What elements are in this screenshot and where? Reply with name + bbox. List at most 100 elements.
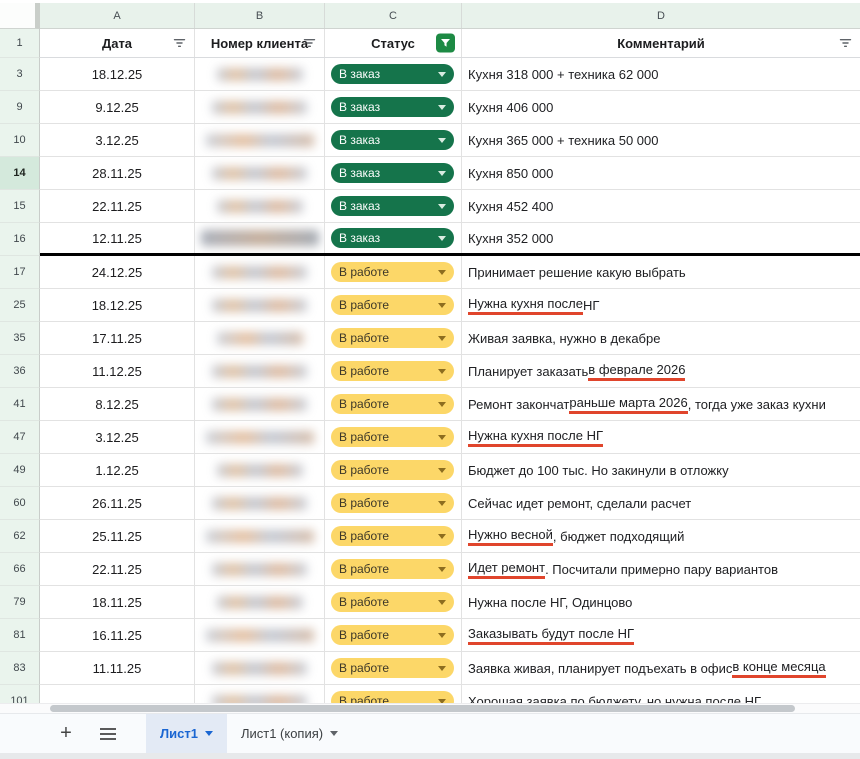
- client-number-cell[interactable]: [195, 421, 325, 453]
- status-chip[interactable]: В работе: [331, 691, 454, 703]
- select-all-corner[interactable]: [0, 3, 40, 29]
- client-number-cell[interactable]: [195, 685, 325, 703]
- row-number[interactable]: 41: [0, 388, 40, 421]
- row-number[interactable]: 17: [0, 256, 40, 289]
- status-chip[interactable]: В работе: [331, 295, 454, 315]
- row-number[interactable]: 25: [0, 289, 40, 322]
- client-number-cell[interactable]: [195, 322, 325, 354]
- comment-cell[interactable]: Принимает решение какую выбрать: [462, 256, 860, 288]
- comment-cell[interactable]: Сейчас идет ремонт, сделали расчет: [462, 487, 860, 519]
- client-number-cell[interactable]: [195, 454, 325, 486]
- date-cell[interactable]: 22.11.25: [40, 553, 195, 585]
- column-header-d[interactable]: D: [462, 3, 860, 28]
- row-number[interactable]: 16: [0, 223, 40, 256]
- header-cell-date[interactable]: Дата: [40, 29, 195, 57]
- row-number[interactable]: 49: [0, 454, 40, 487]
- comment-cell[interactable]: Нужно весной, бюджет подходящий: [462, 520, 860, 552]
- client-number-cell[interactable]: [195, 256, 325, 288]
- filter-icon[interactable]: [302, 36, 317, 51]
- date-cell[interactable]: 24.12.25: [40, 256, 195, 288]
- status-chip[interactable]: В работе: [331, 625, 454, 645]
- status-chip[interactable]: В работе: [331, 559, 454, 579]
- client-number-cell[interactable]: [195, 124, 325, 156]
- date-cell[interactable]: 1.12.25: [40, 454, 195, 486]
- status-chip[interactable]: В работе: [331, 394, 454, 414]
- date-cell[interactable]: [40, 685, 195, 703]
- status-chip[interactable]: В заказ: [331, 64, 454, 84]
- comment-cell[interactable]: Идет ремонт. Посчитали примерно пару вар…: [462, 553, 860, 585]
- comment-cell[interactable]: Нужна кухня после НГ: [462, 421, 860, 453]
- row-number[interactable]: 3: [0, 58, 40, 91]
- header-cell-status[interactable]: Статус: [325, 29, 462, 57]
- date-cell[interactable]: 3.12.25: [40, 421, 195, 453]
- row-number[interactable]: 9: [0, 91, 40, 124]
- date-cell[interactable]: 18.12.25: [40, 58, 195, 90]
- horizontal-scrollbar[interactable]: [0, 703, 860, 713]
- filter-active-icon[interactable]: [436, 34, 455, 53]
- client-number-cell[interactable]: [195, 586, 325, 618]
- client-number-cell[interactable]: [195, 58, 325, 90]
- client-number-cell[interactable]: [195, 652, 325, 684]
- comment-cell[interactable]: Заявка живая, планирует подъехать в офис…: [462, 652, 860, 684]
- scrollbar-thumb[interactable]: [50, 705, 795, 712]
- client-number-cell[interactable]: [195, 487, 325, 519]
- status-chip[interactable]: В работе: [331, 658, 454, 678]
- status-chip[interactable]: В работе: [331, 460, 454, 480]
- date-cell[interactable]: 18.12.25: [40, 289, 195, 321]
- client-number-cell[interactable]: [195, 355, 325, 387]
- status-chip[interactable]: В заказ: [331, 196, 454, 216]
- client-number-cell[interactable]: [195, 223, 325, 253]
- date-cell[interactable]: 18.11.25: [40, 586, 195, 618]
- status-chip[interactable]: В работе: [331, 427, 454, 447]
- row-number[interactable]: 10: [0, 124, 40, 157]
- row-number[interactable]: 1: [0, 29, 40, 58]
- date-cell[interactable]: 3.12.25: [40, 124, 195, 156]
- client-number-cell[interactable]: [195, 190, 325, 222]
- status-chip[interactable]: В заказ: [331, 130, 454, 150]
- comment-cell[interactable]: Кухня 318 000 + техника 62 000: [462, 58, 860, 90]
- status-chip[interactable]: В работе: [331, 526, 454, 546]
- date-cell[interactable]: 12.11.25: [40, 223, 195, 253]
- row-number[interactable]: 62: [0, 520, 40, 553]
- row-number[interactable]: 60: [0, 487, 40, 520]
- status-chip[interactable]: В работе: [331, 592, 454, 612]
- date-cell[interactable]: 8.12.25: [40, 388, 195, 420]
- row-number[interactable]: 47: [0, 421, 40, 454]
- comment-cell[interactable]: Кухня 850 000: [462, 157, 860, 189]
- status-chip[interactable]: В работе: [331, 361, 454, 381]
- comment-cell[interactable]: Нужна после НГ, Одинцово: [462, 586, 860, 618]
- date-cell[interactable]: 9.12.25: [40, 91, 195, 123]
- comment-cell[interactable]: Живая заявка, нужно в декабре: [462, 322, 860, 354]
- row-number[interactable]: 81: [0, 619, 40, 652]
- sheet-tab-list1-copy[interactable]: Лист1 (копия): [227, 714, 352, 753]
- status-chip[interactable]: В работе: [331, 328, 454, 348]
- add-sheet-button[interactable]: +: [52, 714, 80, 753]
- comment-cell[interactable]: Кухня 452 400: [462, 190, 860, 222]
- column-header-a[interactable]: A: [40, 3, 195, 28]
- all-sheets-button[interactable]: [92, 714, 124, 753]
- filter-icon[interactable]: [838, 36, 853, 51]
- client-number-cell[interactable]: [195, 520, 325, 552]
- header-cell-client-number[interactable]: Номер клиента: [195, 29, 325, 57]
- status-chip[interactable]: В заказ: [331, 163, 454, 183]
- row-number[interactable]: 15: [0, 190, 40, 223]
- filter-icon[interactable]: [172, 36, 187, 51]
- date-cell[interactable]: 17.11.25: [40, 322, 195, 354]
- comment-cell[interactable]: Хорошая заявка по бюджету, но нужна посл…: [462, 685, 860, 703]
- status-chip[interactable]: В работе: [331, 493, 454, 513]
- status-chip[interactable]: В заказ: [331, 97, 454, 117]
- comment-cell[interactable]: Ремонт закончат раньше марта 2026, тогда…: [462, 388, 860, 420]
- client-number-cell[interactable]: [195, 157, 325, 189]
- comment-cell[interactable]: Заказывать будут после НГ: [462, 619, 860, 651]
- comment-cell[interactable]: Бюджет до 100 тыс. Но закинули в отложку: [462, 454, 860, 486]
- comment-cell[interactable]: Кухня 352 000: [462, 223, 860, 253]
- comment-cell[interactable]: Нужна кухня после НГ: [462, 289, 860, 321]
- comment-cell[interactable]: Кухня 406 000: [462, 91, 860, 123]
- status-chip[interactable]: В работе: [331, 262, 454, 282]
- row-number[interactable]: 66: [0, 553, 40, 586]
- client-number-cell[interactable]: [195, 388, 325, 420]
- date-cell[interactable]: 22.11.25: [40, 190, 195, 222]
- comment-cell[interactable]: Кухня 365 000 + техника 50 000: [462, 124, 860, 156]
- date-cell[interactable]: 16.11.25: [40, 619, 195, 651]
- row-number[interactable]: 83: [0, 652, 40, 685]
